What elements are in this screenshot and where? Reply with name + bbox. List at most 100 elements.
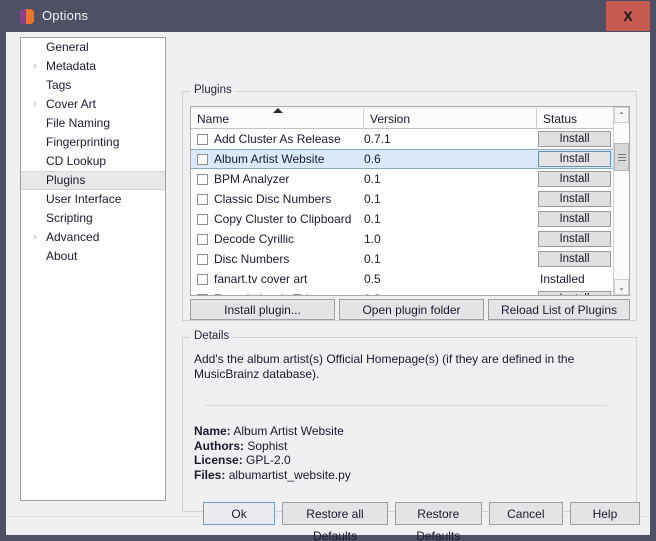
plugin-name-cell: Feat. Artists in Titles <box>191 292 364 295</box>
plugin-files-label: Files: <box>194 467 226 482</box>
table-row[interactable]: fanart.tv cover art 0.5 Installed <box>191 269 629 289</box>
help-button[interactable]: Help <box>569 502 640 525</box>
plugin-files-row: Files: albumartist_website.py <box>194 468 351 483</box>
plugin-checkbox[interactable] <box>197 233 208 245</box>
column-header-name-label: Name <box>197 112 230 126</box>
install-plugin-button[interactable]: Install plugin... <box>190 299 335 320</box>
details-group-box: Details Add's the album artist(s) Offici… <box>182 330 637 512</box>
restore-defaults-button[interactable]: Restore Defaults <box>394 502 482 541</box>
plugin-checkbox[interactable] <box>197 213 208 225</box>
plugin-name-cell: fanart.tv cover art <box>191 272 364 286</box>
install-button[interactable]: Install <box>538 211 611 227</box>
table-row[interactable]: Classic Disc Numbers 0.1 Install <box>191 189 629 209</box>
plugins-table-body: Add Cluster As Release 0.7.1 Install Album … <box>191 129 629 295</box>
plugin-name-cell: Classic Disc Numbers <box>191 192 364 206</box>
table-row[interactable]: Decode Cyrillic 1.0 Install <box>191 229 629 249</box>
close-button[interactable]: X <box>606 1 650 31</box>
table-row[interactable]: BPM Analyzer 0.1 Install <box>191 169 629 189</box>
column-header-version[interactable]: Version <box>364 107 537 129</box>
plugin-name-text: Disc Numbers <box>214 252 290 266</box>
column-header-name[interactable]: Name <box>191 107 364 129</box>
sidebar-item-label: Advanced <box>46 230 100 244</box>
install-button[interactable]: Install <box>538 131 611 147</box>
plugin-checkbox[interactable] <box>197 293 208 295</box>
plugin-name-text: Copy Cluster to Clipboard <box>214 212 352 226</box>
plugin-description: Add's the album artist(s) Official Homep… <box>194 352 575 381</box>
details-separator <box>205 405 607 406</box>
plugin-checkbox[interactable] <box>197 193 208 205</box>
sidebar-item-fingerprinting[interactable]: Fingerprinting <box>21 133 165 152</box>
plugin-name-text: Decode Cyrillic <box>214 232 295 246</box>
table-row[interactable]: Album Artist Website 0.6 Install <box>191 149 629 169</box>
sort-ascending-icon <box>273 108 283 113</box>
sidebar-item-advanced[interactable]: › Advanced <box>21 228 165 247</box>
table-row[interactable]: Add Cluster As Release 0.7.1 Install <box>191 129 629 149</box>
reload-list-of-plugins-button[interactable]: Reload List of Plugins <box>488 299 630 320</box>
sidebar-item-user-interface[interactable]: User Interface <box>21 190 165 209</box>
table-row[interactable]: Feat. Artists in Titles 0.3Install <box>191 289 629 295</box>
scroll-up-icon[interactable]: ⌃ <box>614 107 629 123</box>
plugin-name-text: BPM Analyzer <box>214 172 290 186</box>
plugin-checkbox[interactable] <box>197 273 208 285</box>
column-header-status[interactable]: Status <box>537 107 613 129</box>
plugin-name-text: Feat. Artists in Titles <box>214 292 321 295</box>
details-group-title: Details <box>190 330 234 342</box>
plugin-license-row: License: GPL-2.0 <box>194 453 351 468</box>
plugin-version-cell: 1.0 <box>364 232 381 246</box>
chevron-right-icon[interactable]: › <box>30 57 40 76</box>
plugin-actions: Install plugin... Open plugin folder Rel… <box>190 299 630 320</box>
chevron-right-icon[interactable]: › <box>30 95 40 114</box>
plugins-group-box: Plugins Name Version Status Add Cluster … <box>182 84 637 321</box>
table-row[interactable]: Disc Numbers 0.1 Install <box>191 249 629 269</box>
plugin-name-value: Album Artist Website <box>233 424 344 438</box>
install-button[interactable]: Install <box>538 251 611 267</box>
sidebar-item-label: CD Lookup <box>46 154 107 168</box>
sidebar-item-general[interactable]: General <box>21 38 165 57</box>
plugin-checkbox[interactable] <box>197 133 208 145</box>
sidebar-item-label: Cover Art <box>46 97 97 111</box>
sidebar-item-label: Metadata <box>46 59 97 73</box>
install-button[interactable]: Install <box>538 231 611 247</box>
install-button[interactable]: Install <box>538 291 611 295</box>
installed-status-label: Installed <box>540 272 585 286</box>
sidebar-item-label: Fingerprinting <box>46 135 120 149</box>
ok-button[interactable]: Ok <box>203 502 276 525</box>
sidebar-item-file-naming[interactable]: File Naming <box>21 114 165 133</box>
sidebar-item-tags[interactable]: Tags <box>21 76 165 95</box>
sidebar-item-plugins[interactable]: Plugins <box>21 171 165 190</box>
sidebar-item-metadata[interactable]: › Metadata <box>21 57 165 76</box>
options-dialog: Options X General › Metadata Tags › Cover Art… <box>0 0 656 541</box>
install-button[interactable]: Install <box>538 191 611 207</box>
restore-all-defaults-button[interactable]: Restore all Defaults <box>282 502 388 541</box>
picard-logo-icon <box>20 9 34 24</box>
scrollbar-thumb[interactable] <box>614 143 629 171</box>
chevron-right-icon[interactable]: › <box>30 228 40 247</box>
install-button[interactable]: Install <box>538 151 611 167</box>
plugin-checkbox[interactable] <box>197 253 208 265</box>
plugins-table[interactable]: Name Version Status Add Cluster As Relea… <box>190 106 630 296</box>
plugins-group-title: Plugins <box>190 84 236 96</box>
open-plugin-folder-button[interactable]: Open plugin folder <box>339 299 484 320</box>
plugin-name-text: Album Artist Website <box>214 152 325 166</box>
scrollbar-grip-icon <box>617 156 626 158</box>
plugin-name-cell: Add Cluster As Release <box>191 132 364 146</box>
plugin-metadata: Name: Album Artist Website Authors: Soph… <box>194 424 351 482</box>
sidebar-item-cover-art[interactable]: › Cover Art <box>21 95 165 114</box>
cancel-button[interactable]: Cancel <box>488 502 563 525</box>
table-row[interactable]: Copy Cluster to Clipboard 0.1 Install <box>191 209 629 229</box>
plugin-checkbox[interactable] <box>197 153 208 165</box>
plugin-license-label: License: <box>194 453 243 467</box>
plugin-version-cell: 0.1 <box>364 192 381 206</box>
plugin-name-cell: Disc Numbers <box>191 252 364 266</box>
sidebar-item-scripting[interactable]: Scripting <box>21 209 165 228</box>
plugins-table-scrollbar[interactable]: ⌃ ⌄ <box>613 107 629 295</box>
sidebar-item-label: Tags <box>46 78 72 92</box>
plugin-name-cell: Decode Cyrillic <box>191 232 364 246</box>
options-category-tree[interactable]: General › Metadata Tags › Cover Art File Namin… <box>20 37 166 501</box>
scroll-down-icon[interactable]: ⌄ <box>614 279 629 295</box>
plugin-checkbox[interactable] <box>197 173 208 185</box>
sidebar-item-about[interactable]: About <box>21 247 165 266</box>
plugin-version-cell: 0.1 <box>364 252 381 266</box>
sidebar-item-cd-lookup[interactable]: CD Lookup <box>21 152 165 171</box>
install-button[interactable]: Install <box>538 171 611 187</box>
